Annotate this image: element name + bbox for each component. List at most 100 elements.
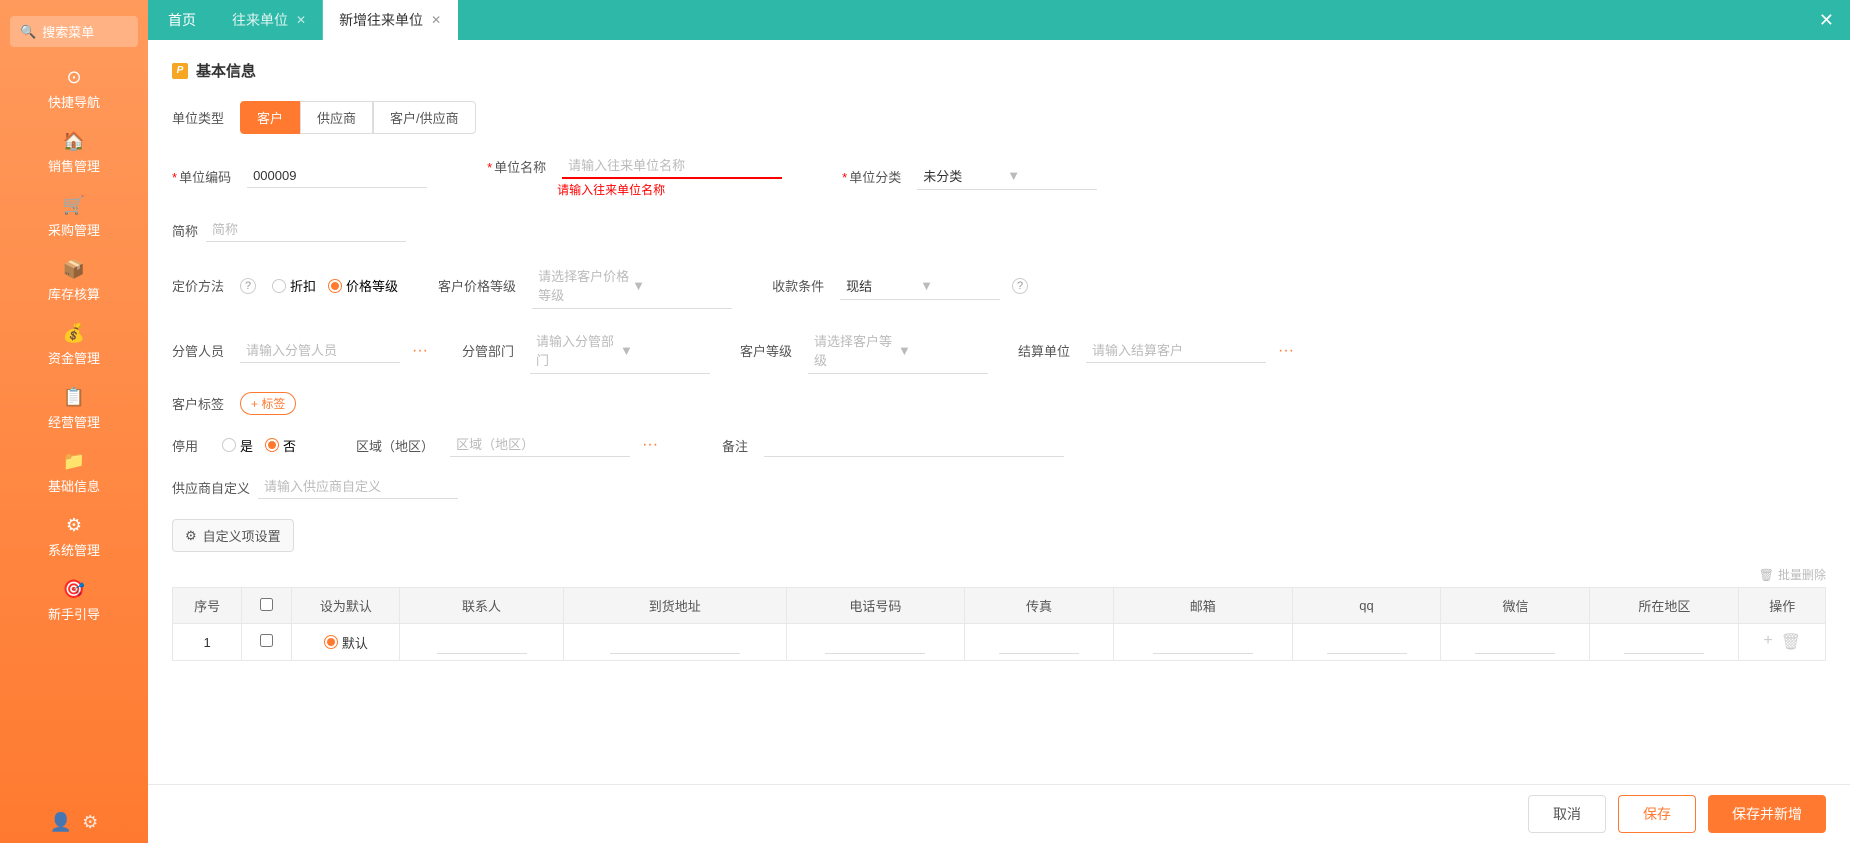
short-name-input[interactable]: [206, 218, 406, 242]
default-radio[interactable]: 默认: [302, 633, 389, 652]
col-actions: 操作: [1739, 588, 1826, 624]
row-region-input[interactable]: [1624, 630, 1704, 654]
btn-supplier[interactable]: 供应商: [300, 101, 373, 134]
select-all-checkbox[interactable]: [260, 598, 273, 611]
batch-delete-btn[interactable]: 🗑 批量删除: [1759, 566, 1826, 583]
qq-input[interactable]: [1327, 630, 1407, 654]
fax-input[interactable]: [999, 630, 1079, 654]
tab-units[interactable]: 往来单位 ✕: [216, 0, 323, 40]
sidebar-item-guide[interactable]: 🎯 新手引导: [0, 567, 148, 631]
sidebar-item-inventory[interactable]: 📦 库存核算: [0, 247, 148, 311]
contacts-table: 序号 设为默认 联系人 到货地址 电话号码 传真 邮箱 qq 微信 所在地区 操…: [172, 587, 1826, 661]
unit-category-chevron: ▼: [1007, 168, 1091, 183]
radio-discount-label: 折扣: [290, 276, 316, 295]
radio-yes[interactable]: 是: [222, 436, 253, 455]
sidebar-item-system[interactable]: ⚙ 系统管理: [0, 503, 148, 567]
contact-input[interactable]: [437, 630, 527, 654]
sidebar-item-quick-nav[interactable]: ⊙ 快捷导航: [0, 55, 148, 119]
department-select[interactable]: 请输入分管部门 ▼: [530, 327, 710, 374]
payment-terms-help-icon[interactable]: ?: [1012, 278, 1028, 294]
sidebar-item-label: 快捷导航: [48, 92, 100, 111]
custom-settings-button[interactable]: ⚙ 自定义项设置: [172, 519, 294, 552]
tab-new-unit[interactable]: 新增往来单位 ✕: [323, 0, 458, 40]
add-row-button[interactable]: +: [1763, 632, 1772, 652]
radio-no[interactable]: 否: [265, 436, 296, 455]
manager-row: 分管人员 ··· 分管部门 请输入分管部门 ▼ 客户等级 请选择客户等级 ▼ 结…: [172, 327, 1826, 374]
manager-input[interactable]: [240, 339, 400, 363]
sidebar-item-purchase[interactable]: 🛒 采购管理: [0, 183, 148, 247]
radio-yes-circle: [222, 438, 236, 452]
email-input[interactable]: [1153, 630, 1253, 654]
tab-new-unit-close[interactable]: ✕: [431, 13, 441, 27]
sidebar-item-sales[interactable]: 🏠 销售管理: [0, 119, 148, 183]
col-checkbox: [242, 588, 292, 624]
content-area: P 基本信息 单位类型 客户 供应商 客户/供应商 单位编码 单位名称: [148, 40, 1850, 784]
customer-price-level-select[interactable]: 请选择客户价格等级 ▼: [532, 262, 732, 309]
settlement-unit-input[interactable]: [1086, 339, 1266, 363]
pricing-help-icon[interactable]: ?: [240, 278, 256, 294]
user-icon[interactable]: 👤: [50, 812, 72, 833]
unit-code-input[interactable]: [247, 164, 427, 188]
sidebar-item-finance[interactable]: 💰 资金管理: [0, 311, 148, 375]
settlement-unit-field: 结算单位 ···: [1018, 339, 1298, 363]
address-input[interactable]: [610, 630, 740, 654]
cancel-button[interactable]: 取消: [1528, 795, 1606, 833]
supplier-custom-input[interactable]: [258, 475, 458, 499]
unit-code-field: 单位编码: [172, 164, 427, 188]
department-field: 分管部门 请输入分管部门 ▼: [462, 327, 710, 374]
region-dots[interactable]: ···: [638, 436, 662, 454]
add-tag-button[interactable]: + 标签: [240, 392, 296, 415]
manager-dots[interactable]: ···: [408, 342, 432, 360]
search-menu[interactable]: 🔍 搜索菜单: [10, 16, 138, 47]
search-menu-label: 搜索菜单: [42, 22, 94, 41]
row-checkbox[interactable]: [260, 634, 273, 647]
disabled-row: 停用 是 否 区域（地区） ··· 备注: [172, 433, 1826, 457]
phone-input[interactable]: [825, 630, 925, 654]
radio-discount-circle: [272, 279, 286, 293]
unit-type-group: 客户 供应商 客户/供应商: [240, 101, 476, 134]
btn-customer[interactable]: 客户: [240, 101, 300, 134]
unit-name-label: 单位名称: [487, 157, 546, 176]
delete-row-button[interactable]: 🗑: [1781, 632, 1801, 652]
settlement-dots[interactable]: ···: [1274, 342, 1298, 360]
col-address: 到货地址: [563, 588, 786, 624]
tab-units-close[interactable]: ✕: [296, 13, 306, 27]
payment-terms-chevron: ▼: [920, 278, 994, 293]
remarks-input[interactable]: [764, 433, 1064, 457]
unit-name-inner: 单位名称: [487, 154, 782, 179]
customer-level-select[interactable]: 请选择客户等级 ▼: [808, 327, 988, 374]
radio-price-level[interactable]: 价格等级: [328, 276, 398, 295]
cell-phone: [786, 624, 964, 661]
finance-icon: 💰: [62, 321, 86, 345]
sidebar-item-operations[interactable]: 📋 经营管理: [0, 375, 148, 439]
unit-name-input[interactable]: [562, 154, 782, 179]
region-field: 区域（地区） ···: [356, 433, 662, 457]
payment-terms-field: 收款条件 现结 ▼ ?: [772, 272, 1028, 300]
close-all-tabs[interactable]: ✕: [1803, 10, 1850, 31]
settings-bottom-icon[interactable]: ⚙: [82, 812, 98, 833]
cell-region: [1590, 624, 1739, 661]
wechat-input[interactable]: [1475, 630, 1555, 654]
unit-code-row: 单位编码 单位名称 请输入往来单位名称 单位分类 未分类 ▼: [172, 154, 1826, 198]
col-fax: 传真: [965, 588, 1114, 624]
customer-level-label: 客户等级: [740, 341, 792, 360]
sidebar-item-label: 销售管理: [48, 156, 100, 175]
sidebar-item-label: 新手引导: [48, 604, 100, 623]
sidebar-item-basic[interactable]: 📁 基础信息: [0, 439, 148, 503]
operations-icon: 📋: [62, 385, 86, 409]
radio-discount[interactable]: 折扣: [272, 276, 316, 295]
tab-home[interactable]: 首页: [148, 0, 216, 40]
unit-category-select[interactable]: 未分类 ▼: [917, 162, 1097, 190]
btn-both[interactable]: 客户/供应商: [373, 101, 476, 134]
save-button[interactable]: 保存: [1618, 795, 1696, 833]
basic-icon: 📁: [62, 449, 86, 473]
payment-terms-select[interactable]: 现结 ▼: [840, 272, 1000, 300]
save-new-button[interactable]: 保存并新增: [1708, 795, 1826, 833]
region-input[interactable]: [450, 433, 630, 457]
short-name-label: 简称: [172, 221, 198, 240]
purchase-icon: 🛒: [62, 193, 86, 217]
remarks-label: 备注: [722, 436, 748, 455]
unit-category-label: 单位分类: [842, 167, 901, 186]
system-icon: ⚙: [62, 513, 86, 537]
unit-type-label: 单位类型: [172, 108, 224, 127]
